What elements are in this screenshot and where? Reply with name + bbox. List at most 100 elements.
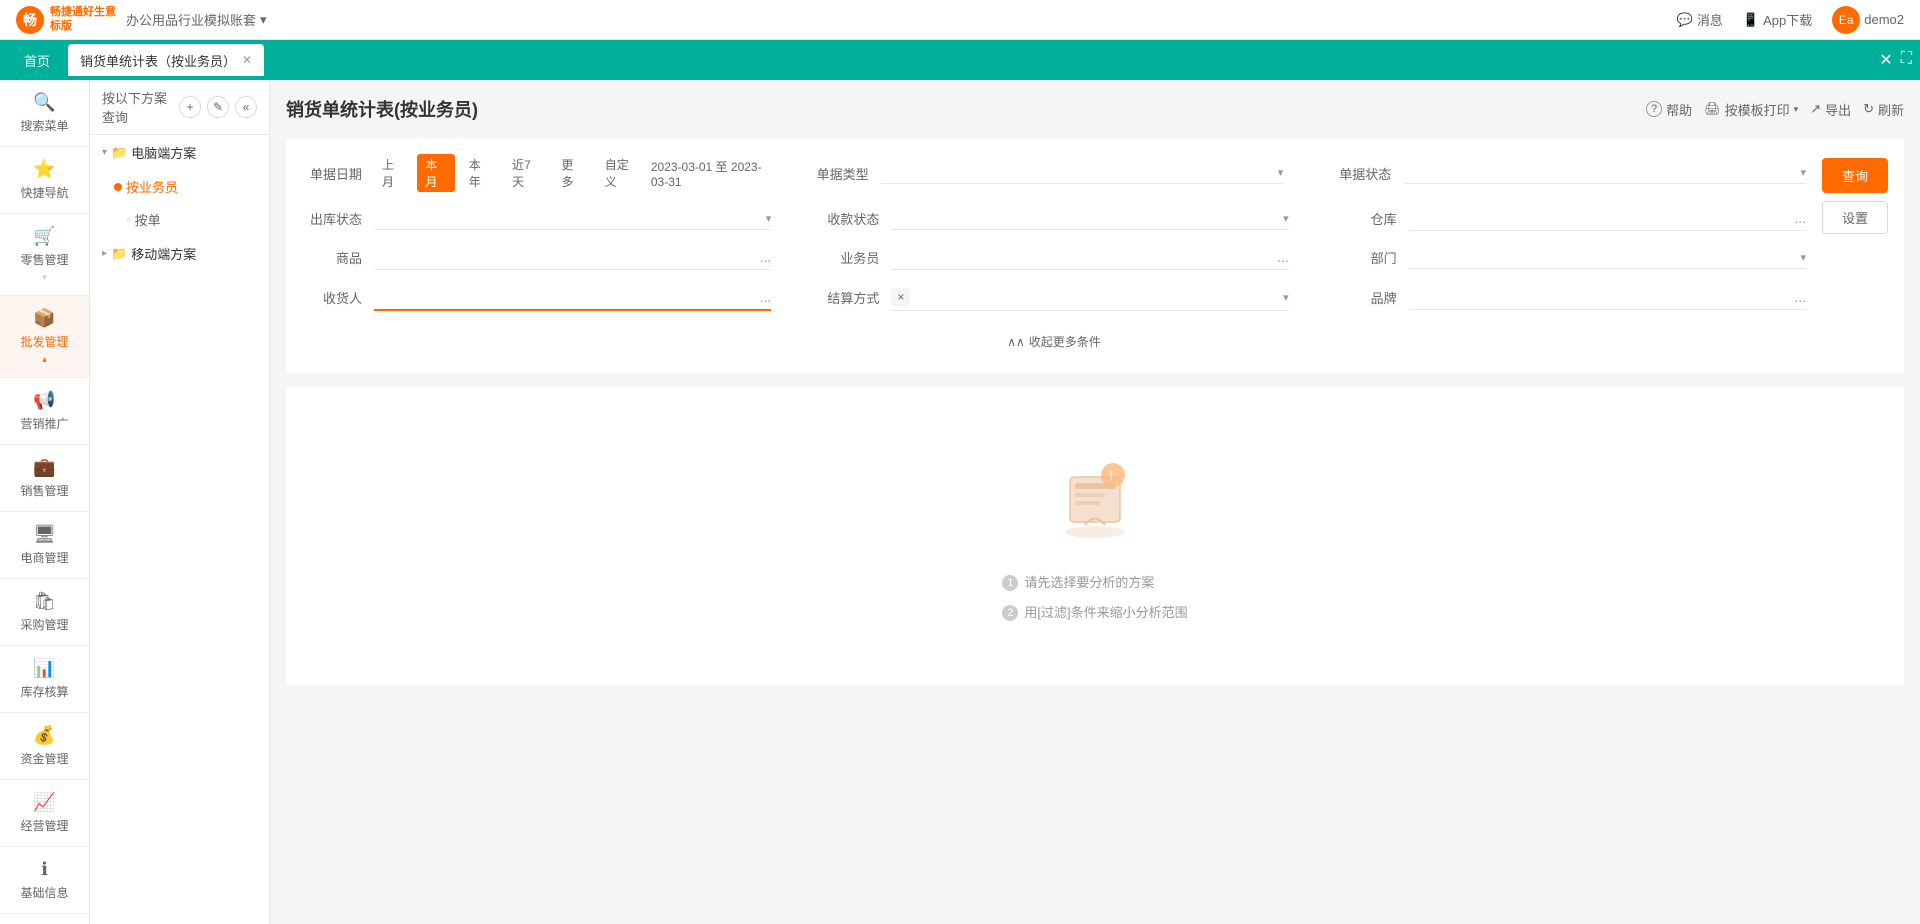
app-download-action[interactable]: 📱 App下载 [1743,10,1812,29]
tree-group-mobile-header[interactable]: ▸ 📁 移动端方案 [90,236,269,271]
sidebar-item-search[interactable]: 🔍 搜索菜单 [0,80,89,147]
template-print-btn[interactable]: 🖨 按模板打印 ▾ [1704,100,1798,119]
search-icon: 🔍 [33,92,55,113]
empty-tip-1: 1 请先选择要分析的方案 [1002,570,1187,596]
tab-close-icon[interactable]: ✕ [242,53,252,67]
logo-area: 畅 畅捷通好生意 标版 [16,6,116,34]
page-content: 销货单统计表(按业务员) ? 帮助 🖨 按模板打印 ▾ ↗ [270,80,1920,924]
tip2-num: 2 [1002,605,1018,621]
sidebar-item-basic[interactable]: ℹ 基础信息 [0,847,89,914]
star-icon: ⭐ [33,159,55,180]
chevron-right-icon: ▸ [102,248,107,259]
staff-input[interactable]: ... [891,245,1288,270]
warehouse-input[interactable]: ... [1409,206,1806,231]
cart-icon: 🛒 [33,226,55,247]
page-actions: ? 帮助 🖨 按模板打印 ▾ ↗ 导出 ↻ [1646,100,1904,119]
sidebar-item-wholesale[interactable]: 📦 批发管理 ▴ [0,296,89,378]
page-header: 销货单统计表(按业务员) ? 帮助 🖨 按模板打印 ▾ ↗ [286,96,1904,122]
scheme-add-btn[interactable]: + [179,96,201,118]
tab-close-window-btn[interactable]: ✕ [1879,50,1892,70]
out-state-select[interactable]: ▾ [374,208,771,230]
date-btn-7days[interactable]: 近7天 [504,154,547,192]
logo-icon: 畅 [16,6,44,34]
tab-maximize-btn[interactable]: ⛶ [1901,50,1912,70]
scheme-edit-btn[interactable]: ✎ [207,96,229,118]
staff-ellipsis[interactable]: ... [1277,249,1289,265]
dept-select[interactable]: ▾ [1409,247,1806,269]
date-btn-this-month[interactable]: 本月 [417,154,454,192]
goods-ellipsis[interactable]: ... [760,249,772,265]
doc-state-label: 单据状态 [1311,164,1391,183]
receipt-state-select[interactable]: ▾ [891,208,1288,230]
app-dropdown[interactable]: 办公用品行业模拟账套 ▾ [126,10,267,29]
doc-type-arrow: ▾ [1278,166,1284,179]
date-btn-custom[interactable]: 自定义 [597,154,645,192]
export-btn[interactable]: ↗ 导出 [1810,100,1851,119]
collapse-btn[interactable]: ∧∧ 收起更多条件 [302,325,1806,358]
refresh-icon: ↻ [1863,101,1874,117]
sidebar: 🔍 搜索菜单 ⭐ 快捷导航 🛒 零售管理 ▾ 📦 批发管理 ▴ 📢 营销推广 💼… [0,80,90,924]
sidebar-item-inventory[interactable]: 📊 库存核算 [0,646,89,713]
right-actions: 查询 设置 [1822,154,1888,358]
date-filter: 上月 本月 本年 近7天 更多 自定义 2023-03-01 至 2023-03… [374,154,777,192]
settle-tag[interactable]: × [891,288,910,306]
dept-label: 部门 [1317,248,1397,267]
date-btn-this-year[interactable]: 本年 [461,154,498,192]
brand-ellipsis[interactable]: ... [1794,289,1806,305]
top-bar-right: 💬 消息 📱 App下载 Ea demo2 [1677,6,1904,34]
filter-main-row: 单据日期 上月 本月 本年 近7天 更多 自定义 [302,154,1888,358]
query-btn[interactable]: 查询 [1822,158,1888,193]
tab-home[interactable]: 首页 [8,45,66,76]
scheme-tree: ▾ 📁 电脑端方案 按业务员 ◦ 按单 ▸ [90,135,269,924]
sidebar-item-operation[interactable]: 📈 经营管理 [0,780,89,847]
settings-btn[interactable]: 设置 [1822,201,1888,234]
sidebar-item-retail[interactable]: 🛒 零售管理 ▾ [0,214,89,296]
sidebar-item-purchase[interactable]: 🛍 采购管理 [0,579,89,646]
settle-arrow: ▾ [1283,291,1289,304]
tree-group-desktop-header[interactable]: ▾ 📁 电脑端方案 [90,135,269,170]
phone-icon: 📱 [1743,12,1759,28]
left-panel: 按以下方案查询 + ✎ « ▾ 📁 电脑端方案 按业务员 [90,80,270,924]
refresh-btn[interactable]: ↻ 刷新 [1863,100,1904,119]
query-scheme-title: 按以下方案查询 [102,88,171,126]
receiver-ellipsis[interactable]: ... [760,289,772,305]
out-state-label: 出库状态 [302,209,362,228]
help-btn[interactable]: ? 帮助 [1646,100,1692,119]
tab-sales-stat[interactable]: 销货单统计表（按业务员） ✕ [68,44,264,76]
warehouse-ellipsis[interactable]: ... [1794,210,1806,226]
tree-group-desktop: ▾ 📁 电脑端方案 按业务员 ◦ 按单 [90,135,269,236]
chevron-down-icon: ▾ [102,147,107,158]
settle-select[interactable]: × ▾ [891,284,1288,311]
date-label: 单据日期 [302,164,362,183]
receiver-input[interactable]: ... [374,285,771,311]
date-btn-last-month[interactable]: 上月 [374,154,411,192]
sidebar-item-ecom[interactable]: 🖥 电商管理 [0,512,89,579]
message-icon: 💬 [1677,12,1693,28]
export-icon: ↗ [1810,101,1821,117]
doc-state-select[interactable]: ▾ [1403,162,1806,184]
sidebar-item-sales[interactable]: 💼 销售管理 [0,445,89,512]
content-area: 销货单统计表(按业务员) ? 帮助 🖨 按模板打印 ▾ ↗ [270,80,1920,924]
empty-tips: 1 请先选择要分析的方案 2 用[过滤]条件来缩小分析范围 [1002,570,1187,626]
tree-subitem-by-order[interactable]: ◦ 按单 [90,203,269,236]
empty-state: ! 1 请先选择要分析的方案 2 用[过滤]条件来缩小分析范围 [286,386,1904,686]
user-area[interactable]: Ea demo2 [1832,6,1904,34]
filter-card: 单据日期 上月 本月 本年 近7天 更多 自定义 [286,138,1904,374]
sidebar-item-marketing[interactable]: 📢 营销推广 [0,378,89,445]
sidebar-item-quick-nav[interactable]: ⭐ 快捷导航 [0,147,89,214]
sidebar-item-finance[interactable]: 💰 资金管理 [0,713,89,780]
brand-label: 品牌 [1317,288,1397,307]
brand-input[interactable]: ... [1409,285,1806,310]
goods-label: 商品 [302,248,362,267]
message-action[interactable]: 💬 消息 [1677,10,1723,29]
scheme-collapse-btn[interactable]: « [235,96,257,118]
tree-item-by-staff[interactable]: 按业务员 [90,170,269,203]
sidebar-item-system[interactable]: ⚙ 系统管理 [0,914,89,924]
date-btn-more[interactable]: 更多 [553,154,590,192]
label-badge: 标版 [50,20,116,33]
empty-tip-2: 2 用[过滤]条件来缩小分析范围 [1002,600,1187,626]
goods-input[interactable]: ... [374,245,771,270]
doc-type-select[interactable]: ▾ [881,162,1284,184]
subitem-icon: ◦ [126,212,131,227]
receipt-state-label: 收款状态 [799,209,879,228]
